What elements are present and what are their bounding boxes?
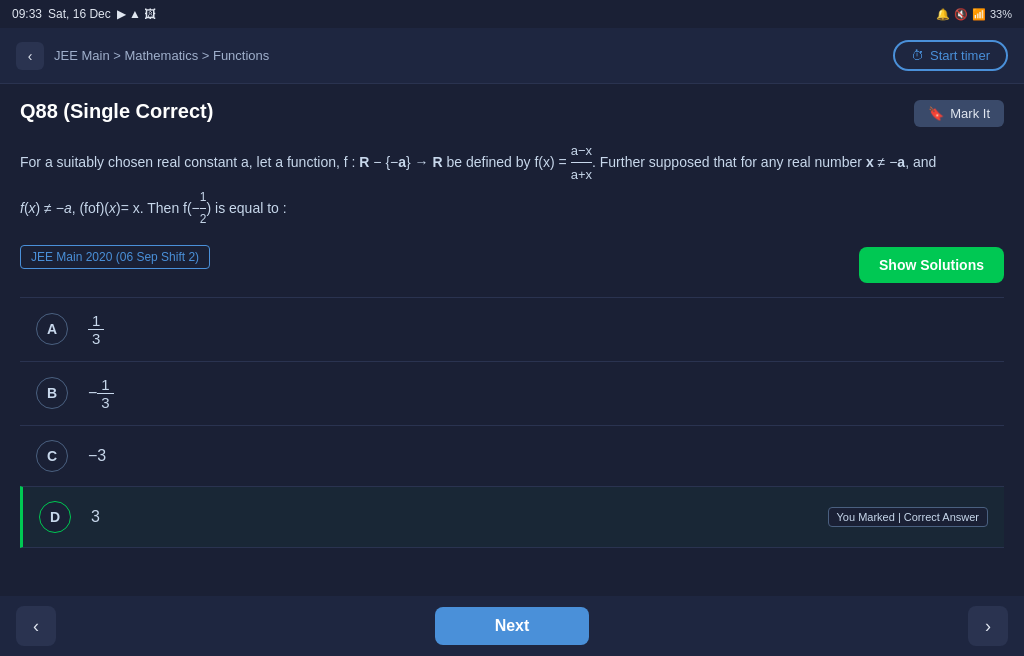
option-b[interactable]: B − 1 3: [20, 361, 1004, 425]
source-tag: JEE Main 2020 (06 Sep Shift 2): [20, 245, 210, 269]
time-display: 09:33: [12, 7, 42, 21]
mark-it-button[interactable]: 🔖 Mark It: [914, 100, 1004, 127]
option-b-label: B: [36, 377, 68, 409]
notification-icons: ▶ ▲ 🖼: [117, 7, 157, 21]
bookmark-icon: 🔖: [928, 106, 944, 121]
question-text: For a suitably chosen real constant a, l…: [20, 139, 1004, 231]
breadcrumb: JEE Main > Mathematics > Functions: [54, 48, 269, 63]
timer-icon: ⏱: [911, 48, 924, 63]
status-bar: 09:33 Sat, 16 Dec ▶ ▲ 🖼 🔔 🔇 📶 33%: [0, 0, 1024, 28]
prev-button[interactable]: ‹: [16, 606, 56, 646]
header: ‹ JEE Main > Mathematics > Functions ⏱ S…: [0, 28, 1024, 84]
mark-it-label: Mark It: [950, 106, 990, 121]
option-c-text: −3: [88, 447, 106, 465]
start-timer-button[interactable]: ⏱ Start timer: [893, 40, 1008, 71]
option-d-label: D: [39, 501, 71, 533]
option-a-text: 1 3: [88, 312, 104, 347]
question-title: Q88 (Single Correct): [20, 100, 213, 123]
sound-icon: 🔇: [954, 8, 968, 21]
option-b-text: − 1 3: [88, 376, 114, 411]
bottom-navigation: ‹ Next ›: [0, 596, 1024, 656]
correct-answer-badge: You Marked | Correct Answer: [828, 507, 988, 527]
option-d-text: 3: [91, 508, 100, 526]
battery-level: 33%: [990, 8, 1012, 20]
option-c-label: C: [36, 440, 68, 472]
option-c[interactable]: C −3: [20, 425, 1004, 486]
system-status: 🔔 🔇 📶 33%: [936, 8, 1012, 21]
wifi-icon: 📶: [972, 8, 986, 21]
option-a-label: A: [36, 313, 68, 345]
options-list: A 1 3 B − 1 3 C −3 D 3 You M: [20, 297, 1004, 548]
start-timer-label: Start timer: [930, 48, 990, 63]
option-a[interactable]: A 1 3: [20, 297, 1004, 361]
battery-icon: 🔔: [936, 8, 950, 21]
next-button[interactable]: Next: [435, 607, 590, 645]
next-arrow-button[interactable]: ›: [968, 606, 1008, 646]
date-display: Sat, 16 Dec: [48, 7, 111, 21]
option-d[interactable]: D 3 You Marked | Correct Answer: [20, 486, 1004, 548]
back-button[interactable]: ‹: [16, 42, 44, 70]
main-content: Q88 (Single Correct) 🔖 Mark It For a sui…: [0, 84, 1024, 596]
show-solutions-button[interactable]: Show Solutions: [859, 247, 1004, 283]
question-header: Q88 (Single Correct) 🔖 Mark It: [20, 100, 1004, 127]
